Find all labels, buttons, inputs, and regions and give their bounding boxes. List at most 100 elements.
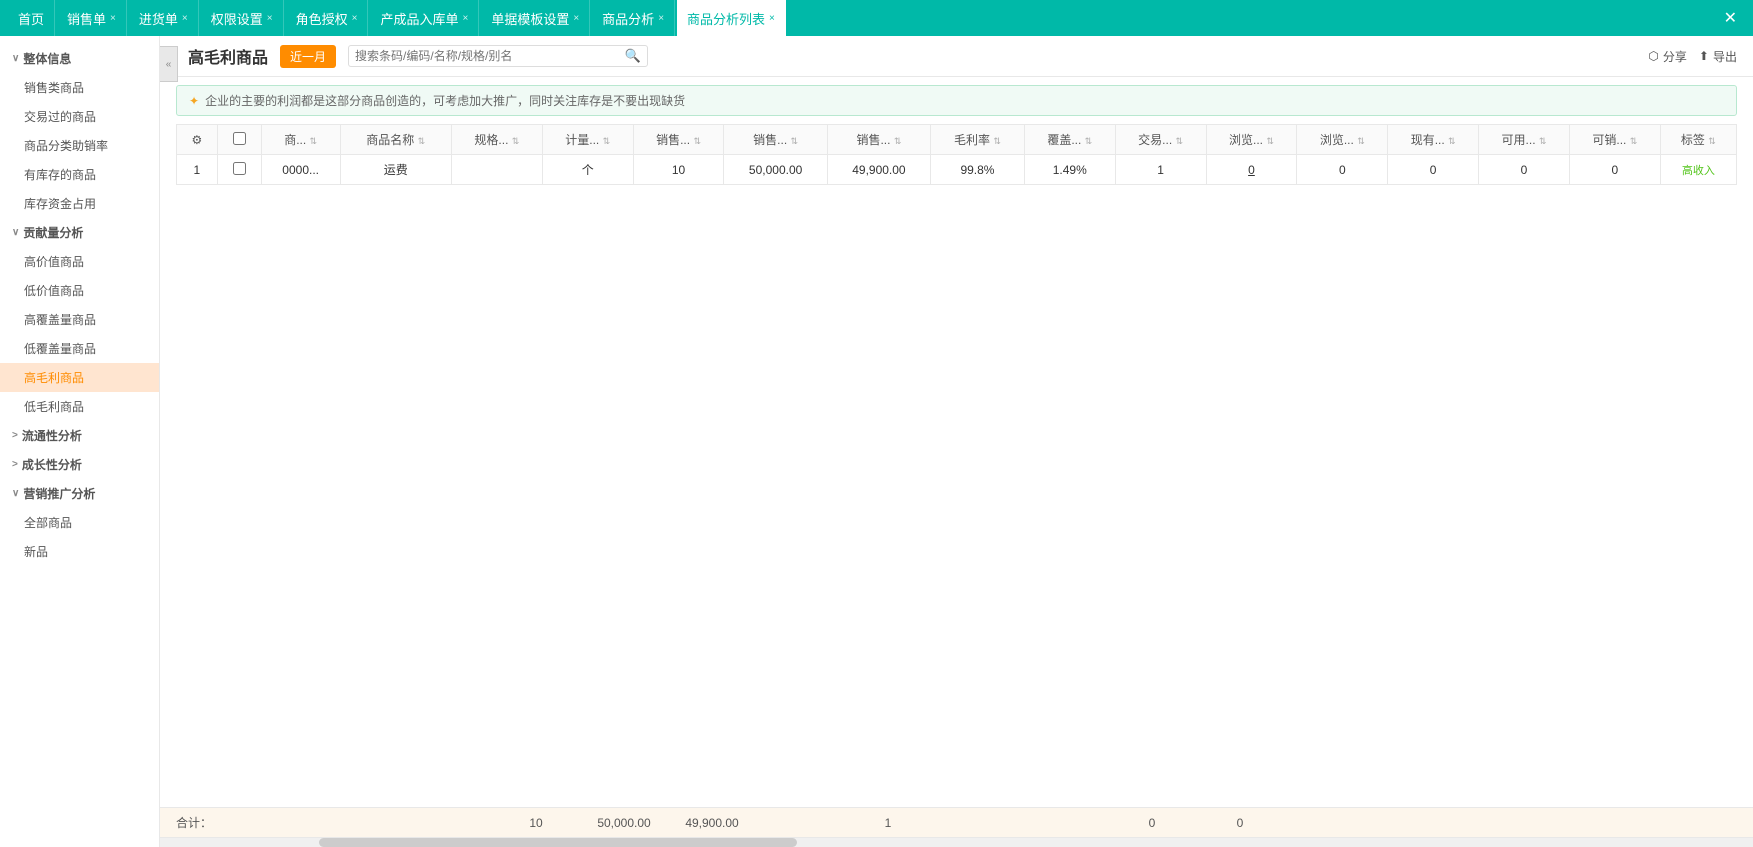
col-header-sellable[interactable]: 可销... ⇅: [1569, 125, 1660, 155]
sidebar-item-高毛利商品[interactable]: 高毛利商品: [0, 363, 159, 392]
nav-tab-单据模板设置[interactable]: 单据模板设置×: [481, 0, 590, 36]
nav-tab-close-icon[interactable]: ×: [182, 13, 188, 24]
footer-sales-count: 10: [496, 816, 576, 830]
sort-icon[interactable]: ⇅: [418, 136, 426, 146]
col-label: 标签: [1681, 133, 1705, 147]
export-button[interactable]: ⬆ 导出: [1699, 48, 1737, 65]
sidebar-item-交易过的商品[interactable]: 交易过的商品: [0, 102, 159, 131]
col-header-settings[interactable]: ⚙: [177, 125, 218, 155]
sort-icon[interactable]: ⇅: [894, 136, 902, 146]
row-checkbox[interactable]: [233, 162, 246, 175]
col-header-transaction[interactable]: 交易... ⇅: [1115, 125, 1206, 155]
col-header-sales_profit[interactable]: 销售... ⇅: [827, 125, 930, 155]
nav-tab-进货单[interactable]: 进货单×: [129, 0, 199, 36]
sidebar-item-label: 低毛利商品: [24, 400, 84, 414]
sidebar-item-销售类商品[interactable]: 销售类商品: [0, 73, 159, 102]
search-icon[interactable]: 🔍: [625, 48, 641, 64]
col-header-tag[interactable]: 标签 ⇅: [1660, 125, 1736, 155]
col-header-available[interactable]: 可用... ⇅: [1479, 125, 1570, 155]
col-header-current[interactable]: 现有... ⇅: [1388, 125, 1479, 155]
sort-icon[interactable]: ⇅: [1176, 136, 1184, 146]
cell-sales_amount: 50,000.00: [724, 155, 827, 185]
sort-icon[interactable]: ⇅: [693, 136, 701, 146]
sort-icon[interactable]: ⇅: [993, 136, 1001, 146]
horizontal-scrollbar[interactable]: [160, 837, 1753, 847]
close-all-button[interactable]: ✕: [1716, 8, 1745, 28]
sidebar-item-库存资金占用[interactable]: 库存资金占用: [0, 189, 159, 218]
sort-icon[interactable]: ⇅: [1630, 136, 1638, 146]
col-header-gross_rate[interactable]: 毛利率 ⇅: [931, 125, 1025, 155]
sort-icon[interactable]: ⇅: [1085, 136, 1093, 146]
data-table: ⚙商... ⇅商品名称 ⇅规格... ⇅计量... ⇅销售... ⇅销售... …: [176, 124, 1737, 185]
nav-tab-首页[interactable]: 首页: [8, 0, 55, 36]
col-header-unit[interactable]: 计量... ⇅: [542, 125, 633, 155]
sidebar-item-全部商品[interactable]: 全部商品: [0, 508, 159, 537]
nav-tab-label: 销售单: [67, 9, 106, 28]
sidebar-item-label: 库存资金占用: [24, 197, 96, 211]
collapse-sidebar-button[interactable]: «: [160, 46, 178, 82]
nav-tab-close-icon[interactable]: ×: [769, 13, 775, 24]
share-icon: ⬡: [1648, 49, 1658, 63]
cell-browse1[interactable]: 0: [1206, 155, 1297, 185]
sidebar-group-整体信息[interactable]: ∨整体信息: [0, 44, 159, 73]
search-input[interactable]: [355, 49, 625, 63]
sidebar-group-流通性分析[interactable]: >流通性分析: [0, 421, 159, 450]
select-all-checkbox[interactable]: [233, 132, 246, 145]
sidebar-group-贡献量分析[interactable]: ∨贡献量分析: [0, 218, 159, 247]
sidebar-item-低价值商品[interactable]: 低价值商品: [0, 276, 159, 305]
sidebar-item-label: 高毛利商品: [24, 371, 84, 385]
nav-tab-close-icon[interactable]: ×: [573, 13, 579, 24]
col-label: 覆盖...: [1047, 133, 1081, 147]
col-header-checkbox[interactable]: [217, 125, 261, 155]
share-button[interactable]: ⬡ 分享: [1648, 48, 1687, 65]
sort-icon[interactable]: ⇅: [1357, 136, 1365, 146]
info-icon: ✦: [189, 94, 199, 108]
col-header-spec[interactable]: 规格... ⇅: [451, 125, 542, 155]
sidebar-group-成长性分析[interactable]: >成长性分析: [0, 450, 159, 479]
settings-icon[interactable]: ⚙: [191, 133, 202, 147]
nav-tab-close-icon[interactable]: ×: [110, 13, 116, 24]
col-header-browse2[interactable]: 浏览... ⇅: [1297, 125, 1388, 155]
sidebar-item-低覆盖量商品[interactable]: 低覆盖量商品: [0, 334, 159, 363]
tag-label[interactable]: 高收入: [1682, 165, 1715, 177]
sort-icon[interactable]: ⇅: [1448, 136, 1456, 146]
sort-icon[interactable]: ⇅: [791, 136, 799, 146]
sidebar-group-营销推广分析[interactable]: ∨营销推广分析: [0, 479, 159, 508]
nav-tab-角色授权[interactable]: 角色授权×: [286, 0, 369, 36]
sidebar-item-高覆盖量商品[interactable]: 高覆盖量商品: [0, 305, 159, 334]
group-arrow-icon: >: [12, 430, 18, 441]
nav-tab-权限设置[interactable]: 权限设置×: [201, 0, 284, 36]
col-header-coverage[interactable]: 覆盖... ⇅: [1024, 125, 1115, 155]
sort-icon[interactable]: ⇅: [512, 136, 520, 146]
col-header-browse1[interactable]: 浏览... ⇅: [1206, 125, 1297, 155]
sidebar-item-低毛利商品[interactable]: 低毛利商品: [0, 392, 159, 421]
nav-tab-商品分析列表[interactable]: 商品分析列表×: [677, 0, 786, 36]
cell-tag[interactable]: 高收入: [1660, 155, 1736, 185]
scrollbar-thumb[interactable]: [319, 838, 797, 847]
sidebar-item-商品分类助销率[interactable]: 商品分类助销率: [0, 131, 159, 160]
nav-tab-close-icon[interactable]: ×: [658, 13, 664, 24]
sidebar-item-有库存的商品[interactable]: 有库存的商品: [0, 160, 159, 189]
nav-tab-close-icon[interactable]: ×: [267, 13, 273, 24]
sort-icon[interactable]: ⇅: [1708, 136, 1716, 146]
nav-tab-销售单[interactable]: 销售单 ×: [57, 0, 127, 36]
sort-icon[interactable]: ⇅: [1266, 136, 1274, 146]
footer-available: 0: [1200, 816, 1280, 830]
browse1-link[interactable]: 0: [1248, 163, 1255, 177]
sort-icon[interactable]: ⇅: [310, 136, 318, 146]
col-header-name[interactable]: 商品名称 ⇅: [340, 125, 451, 155]
nav-tab-产成品入库单[interactable]: 产成品入库单×: [370, 0, 479, 36]
sidebar-item-高价值商品[interactable]: 高价值商品: [0, 247, 159, 276]
sidebar-item-新品[interactable]: 新品: [0, 537, 159, 566]
col-label: 规格...: [474, 133, 508, 147]
sort-icon[interactable]: ⇅: [1539, 136, 1547, 146]
col-header-code[interactable]: 商... ⇅: [261, 125, 340, 155]
col-header-sales_amount[interactable]: 销售... ⇅: [724, 125, 827, 155]
col-header-sales_count[interactable]: 销售... ⇅: [633, 125, 724, 155]
nav-tab-close-icon[interactable]: ×: [462, 13, 468, 24]
nav-tab-close-icon[interactable]: ×: [352, 13, 358, 24]
filter-recent-month-button[interactable]: 近一月: [280, 45, 336, 68]
sort-icon[interactable]: ⇅: [603, 136, 611, 146]
nav-tab-商品分析[interactable]: 商品分析×: [592, 0, 675, 36]
col-label: 可用...: [1502, 133, 1536, 147]
